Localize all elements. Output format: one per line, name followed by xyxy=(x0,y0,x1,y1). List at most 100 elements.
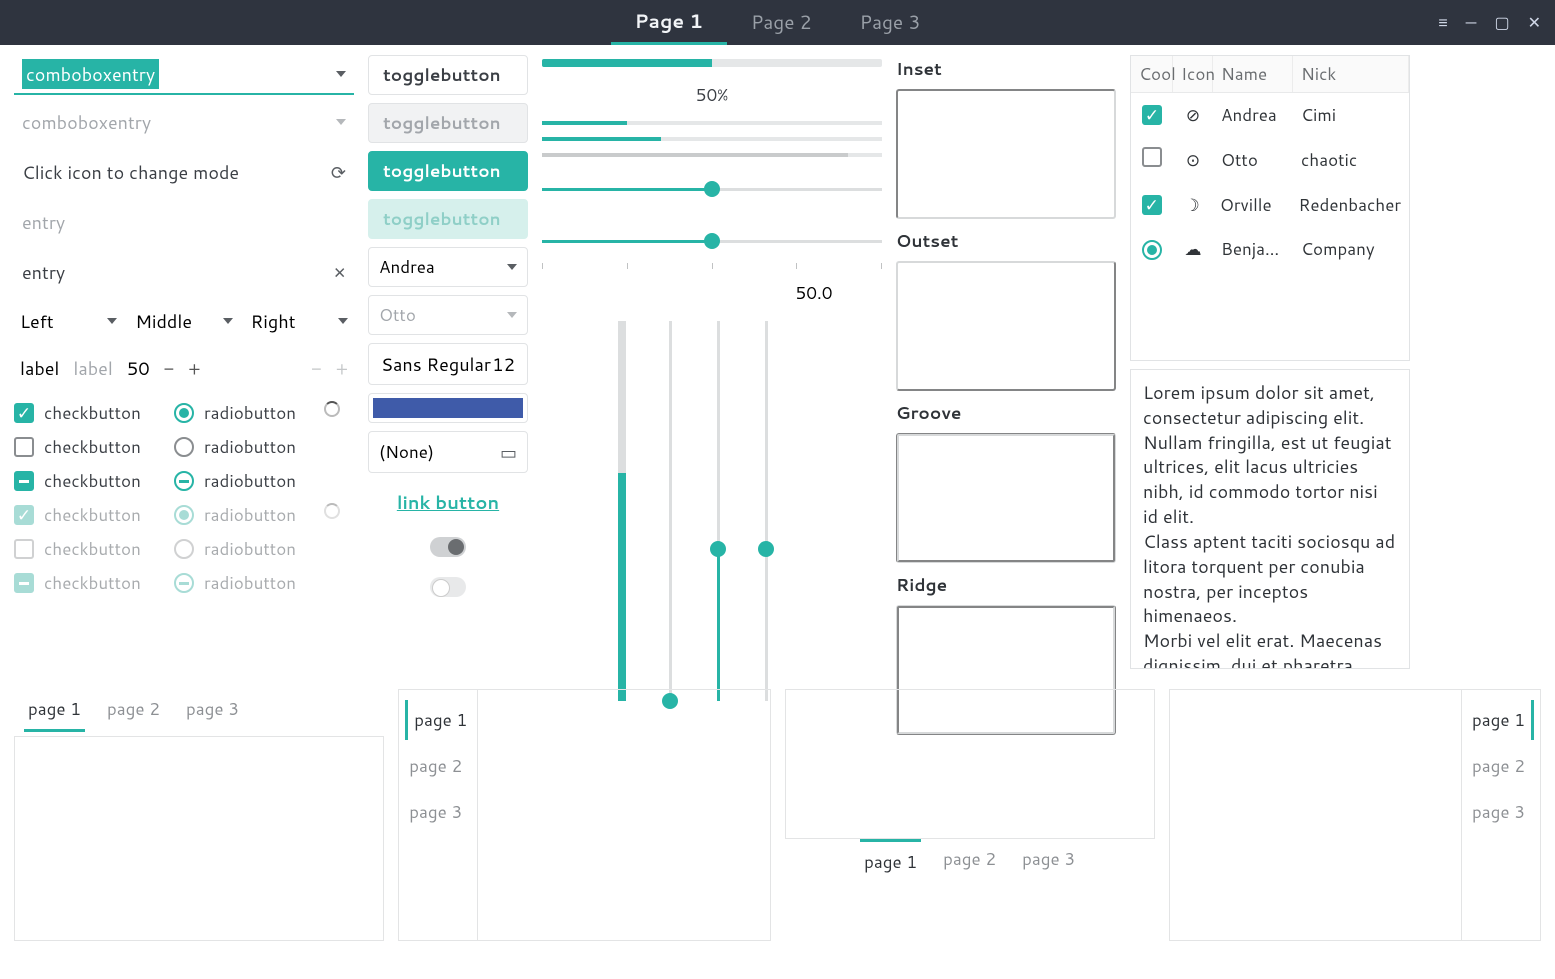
slider-value-label: 50.0 xyxy=(746,281,882,305)
frame-groove xyxy=(896,433,1116,563)
chevron-down-icon[interactable] xyxy=(507,264,517,270)
entry-with-clear[interactable]: × xyxy=(14,251,354,293)
notebook-right-tabs: page 1 page 2 page 3 xyxy=(1169,689,1541,941)
combo-left[interactable]: Left xyxy=(14,301,123,341)
radio-icon[interactable] xyxy=(1142,240,1162,260)
progressbar-indeterminate xyxy=(542,59,882,67)
nb-tab-1[interactable]: page 1 xyxy=(860,839,921,882)
spin-plus-icon[interactable]: + xyxy=(188,355,200,381)
treeview-col-name[interactable]: Name xyxy=(1213,56,1293,92)
radiobutton-4: radiobutton xyxy=(174,503,324,527)
entry-input-2[interactable] xyxy=(22,259,333,285)
notebook-left-tabs: page 1 page 2 page 3 xyxy=(398,689,770,941)
vertical-slider-3[interactable] xyxy=(708,321,728,701)
switch-off[interactable] xyxy=(430,577,466,597)
entry-placeholder[interactable] xyxy=(14,201,354,243)
spin-minus-icon[interactable]: − xyxy=(164,355,175,381)
link-button[interactable]: link button xyxy=(368,481,528,523)
header-tab-page2[interactable]: Page 2 xyxy=(727,0,836,45)
comboboxentry-1[interactable]: comboboxentry xyxy=(14,55,354,95)
vertical-slider-1[interactable] xyxy=(612,321,632,701)
radiobutton-1[interactable]: radiobutton xyxy=(174,401,324,425)
treeview-col-nick[interactable]: Nick xyxy=(1293,56,1409,92)
color-button[interactable] xyxy=(368,393,528,423)
tree-row[interactable]: ✓ ⊘ Andrea Cimi xyxy=(1131,93,1409,137)
levelbar-2 xyxy=(542,137,882,141)
levelbar-1 xyxy=(542,121,882,125)
treeview-header: Cool Icon Name Nick xyxy=(1131,56,1409,93)
minimize-icon[interactable]: — xyxy=(1466,11,1477,34)
togglebutton-3[interactable]: togglebutton xyxy=(368,151,528,191)
checkbox-icon[interactable]: ✓ xyxy=(1142,195,1162,215)
radiobutton-5: radiobutton xyxy=(174,537,324,561)
checkbox-icon[interactable] xyxy=(1142,147,1162,167)
tree-row[interactable]: ⊙ Otto chaotic xyxy=(1131,137,1409,183)
nb-tab-3[interactable]: page 3 xyxy=(1468,792,1534,832)
togglebutton-1[interactable]: togglebutton xyxy=(368,55,528,95)
nb-tab-1[interactable]: page 1 xyxy=(24,689,85,732)
tree-row[interactable]: ☁ Benja… Company xyxy=(1131,227,1409,271)
spinner-icon xyxy=(324,401,340,417)
textview[interactable]: Lorem ipsum dolor sit amet, consectetur … xyxy=(1130,369,1410,669)
spinner-icon xyxy=(324,503,340,519)
chevron-down-icon[interactable] xyxy=(336,71,346,77)
nb-tab-1[interactable]: page 1 xyxy=(1468,700,1534,740)
spin-label-1: label xyxy=(20,355,59,381)
notebook-bottom-tabs: page 1 page 2 page 3 xyxy=(785,689,1155,941)
slider-2[interactable] xyxy=(542,231,882,251)
checkbutton-3[interactable]: checkbutton xyxy=(14,469,174,493)
treeview[interactable]: Cool Icon Name Nick ✓ ⊘ Andrea Cimi ⊙ Ot… xyxy=(1130,55,1410,361)
entry-input-1[interactable] xyxy=(22,209,346,235)
file-chooser-button[interactable]: (None)▭ xyxy=(368,431,528,473)
radiobutton-2[interactable]: radiobutton xyxy=(174,435,324,459)
nb-tab-1[interactable]: page 1 xyxy=(405,700,471,740)
comboboxentry-1-value: comboboxentry xyxy=(22,59,159,89)
header-tab-page3[interactable]: Page 3 xyxy=(836,0,945,45)
combo-middle[interactable]: Middle xyxy=(129,301,238,341)
chevron-down-icon[interactable] xyxy=(107,318,117,324)
nb-tab-3[interactable]: page 3 xyxy=(1018,839,1079,882)
slider-1[interactable] xyxy=(542,179,882,199)
checkbutton-4: ✓checkbutton xyxy=(14,503,174,527)
nb-tab-3[interactable]: page 3 xyxy=(182,689,243,732)
frame-inset xyxy=(896,89,1116,219)
frame-label-inset: Inset xyxy=(896,57,1116,81)
treeview-col-icon[interactable]: Icon xyxy=(1173,56,1213,92)
close-icon[interactable]: ✕ xyxy=(1528,11,1541,34)
refresh-icon[interactable]: ⟳ xyxy=(331,159,346,185)
mode-entry-label: Click icon to change mode xyxy=(22,159,239,185)
checkbutton-1[interactable]: ✓checkbutton xyxy=(14,401,174,425)
mode-entry[interactable]: Click icon to change mode ⟳ xyxy=(14,151,354,193)
spin-control-1[interactable]: 50 − + xyxy=(127,355,201,381)
nb-tab-2[interactable]: page 2 xyxy=(103,689,164,732)
header-tab-page1[interactable]: Page 1 xyxy=(611,0,727,45)
chevron-down-icon[interactable] xyxy=(223,318,233,324)
nb-tab-2[interactable]: page 2 xyxy=(1468,746,1534,786)
frame-label-ridge: Ridge xyxy=(896,573,1116,597)
tree-row[interactable]: ✓ ☽ Orville Redenbacher xyxy=(1131,183,1409,227)
clear-icon[interactable]: × xyxy=(333,258,346,286)
nb-tab-2[interactable]: page 2 xyxy=(405,746,471,786)
maximize-icon[interactable]: ▢ xyxy=(1494,11,1509,34)
checkmark-circle-icon: ⊘ xyxy=(1173,97,1213,133)
switch-on[interactable] xyxy=(430,537,466,557)
radiobutton-6: radiobutton xyxy=(174,571,324,595)
combo-right[interactable]: Right xyxy=(245,301,354,341)
font-button[interactable]: Sans Regular12 xyxy=(368,343,528,385)
file-open-icon[interactable]: ▭ xyxy=(500,439,517,465)
vertical-slider-4 xyxy=(756,321,776,701)
nb-tab-2[interactable]: page 2 xyxy=(939,839,1000,882)
moon-icon: ☽ xyxy=(1172,187,1211,223)
nb-tab-3[interactable]: page 3 xyxy=(405,792,471,832)
hamburger-icon[interactable]: ≡ xyxy=(1438,11,1447,34)
chevron-down-icon[interactable] xyxy=(338,318,348,324)
checkbutton-2[interactable]: checkbutton xyxy=(14,435,174,459)
checkbox-icon[interactable]: ✓ xyxy=(1142,105,1162,125)
combo-andrea[interactable]: Andrea xyxy=(368,247,528,287)
column-right: Cool Icon Name Nick ✓ ⊘ Andrea Cimi ⊙ Ot… xyxy=(1130,55,1410,735)
frame-outset xyxy=(896,261,1116,391)
column-entries: comboboxentry comboboxentry Click icon t… xyxy=(14,55,354,735)
radiobutton-3[interactable]: radiobutton xyxy=(174,469,324,493)
treeview-col-cool[interactable]: Cool xyxy=(1131,56,1173,92)
vertical-slider-2[interactable] xyxy=(660,321,680,701)
